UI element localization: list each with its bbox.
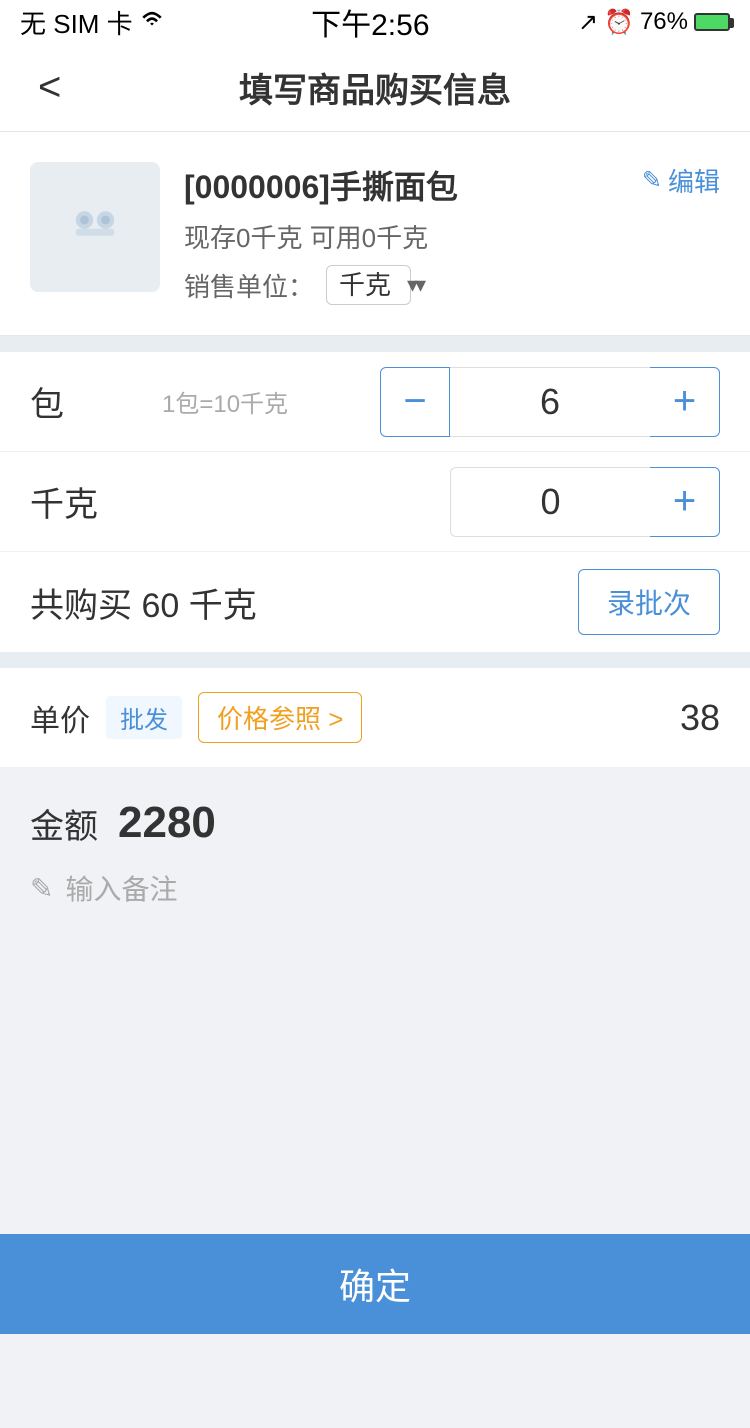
carrier-text: 无 SIM 卡: [20, 4, 133, 41]
batch-button[interactable]: 录批次: [578, 569, 720, 635]
price-label: 单价: [30, 696, 90, 740]
total-text: 共购买 60 千克: [30, 578, 257, 627]
price-tag: 批发: [106, 696, 182, 739]
price-ref-button[interactable]: 价格参照 >: [198, 692, 362, 743]
edit-icon: ✎: [642, 166, 662, 195]
location-icon: ↗: [578, 8, 598, 37]
product-stock: 现存0千克 可用0千克: [184, 218, 720, 255]
total-row: 共购买 60 千克 录批次: [0, 552, 750, 652]
nav-bar: < 填写商品购买信息: [0, 44, 750, 132]
status-right: ↗ ⏰ 76%: [578, 8, 730, 37]
bao-controls: − +: [380, 367, 720, 437]
product-card: [0000006]手撕面包 现存0千克 可用0千克 销售单位： 千克 ▾ ✎ 编…: [0, 132, 750, 336]
note-text: 输入备注: [65, 868, 177, 908]
unit-select[interactable]: 千克: [326, 265, 411, 305]
note-icon: ✎: [30, 872, 53, 905]
section-divider-1: [0, 336, 750, 352]
bao-label: 包: [30, 377, 150, 426]
kg-controls: +: [450, 467, 720, 537]
unit-select-wrapper[interactable]: 千克 ▾: [326, 265, 426, 305]
kg-label: 千克: [30, 477, 150, 526]
battery-icon: [694, 13, 730, 31]
product-name: [0000006]手撕面包: [184, 162, 720, 208]
alarm-icon: ⏰: [604, 8, 634, 37]
wifi-icon: [141, 7, 163, 38]
product-image: [30, 162, 160, 292]
status-bar: 无 SIM 卡 下午2:56 ↗ ⏰ 76%: [0, 0, 750, 44]
bao-minus-button[interactable]: −: [380, 367, 450, 437]
amount-row: 金额 2280: [30, 798, 720, 848]
back-button[interactable]: <: [28, 55, 71, 120]
bao-plus-button[interactable]: +: [650, 367, 720, 437]
price-value: 38: [680, 697, 720, 739]
product-info: [0000006]手撕面包 现存0千克 可用0千克 销售单位： 千克 ▾: [184, 162, 720, 305]
amount-value: 2280: [118, 798, 216, 848]
price-row: 单价 批发 价格参照 > 38: [0, 668, 750, 768]
kg-input[interactable]: [450, 467, 650, 537]
edit-label: 编辑: [668, 162, 720, 199]
unit-label: 销售单位：: [184, 267, 314, 304]
status-left: 无 SIM 卡: [20, 4, 163, 41]
edit-button[interactable]: ✎ 编辑: [642, 162, 720, 199]
page-title: 填写商品购买信息: [239, 63, 511, 112]
bao-hint: 1包=10千克: [162, 384, 380, 419]
amount-section: 金额 2280 ✎ 输入备注: [0, 768, 750, 928]
bao-input[interactable]: [450, 367, 650, 437]
section-divider-2: [0, 652, 750, 668]
confirm-button[interactable]: 确定: [0, 1234, 750, 1334]
note-row[interactable]: ✎ 输入备注: [30, 868, 720, 908]
amount-label: 金额: [30, 799, 98, 848]
kg-row: 千克 +: [0, 452, 750, 552]
product-unit: 销售单位： 千克 ▾: [184, 265, 720, 305]
input-section: 包 1包=10千克 − + 千克 + 共购买 60 千克 录批次: [0, 352, 750, 652]
status-time: 下午2:56: [311, 0, 429, 44]
battery-text: 76%: [640, 8, 688, 36]
kg-plus-button[interactable]: +: [650, 467, 720, 537]
bao-row: 包 1包=10千克 − +: [0, 352, 750, 452]
price-section: 单价 批发 价格参照 > 38: [0, 668, 750, 768]
